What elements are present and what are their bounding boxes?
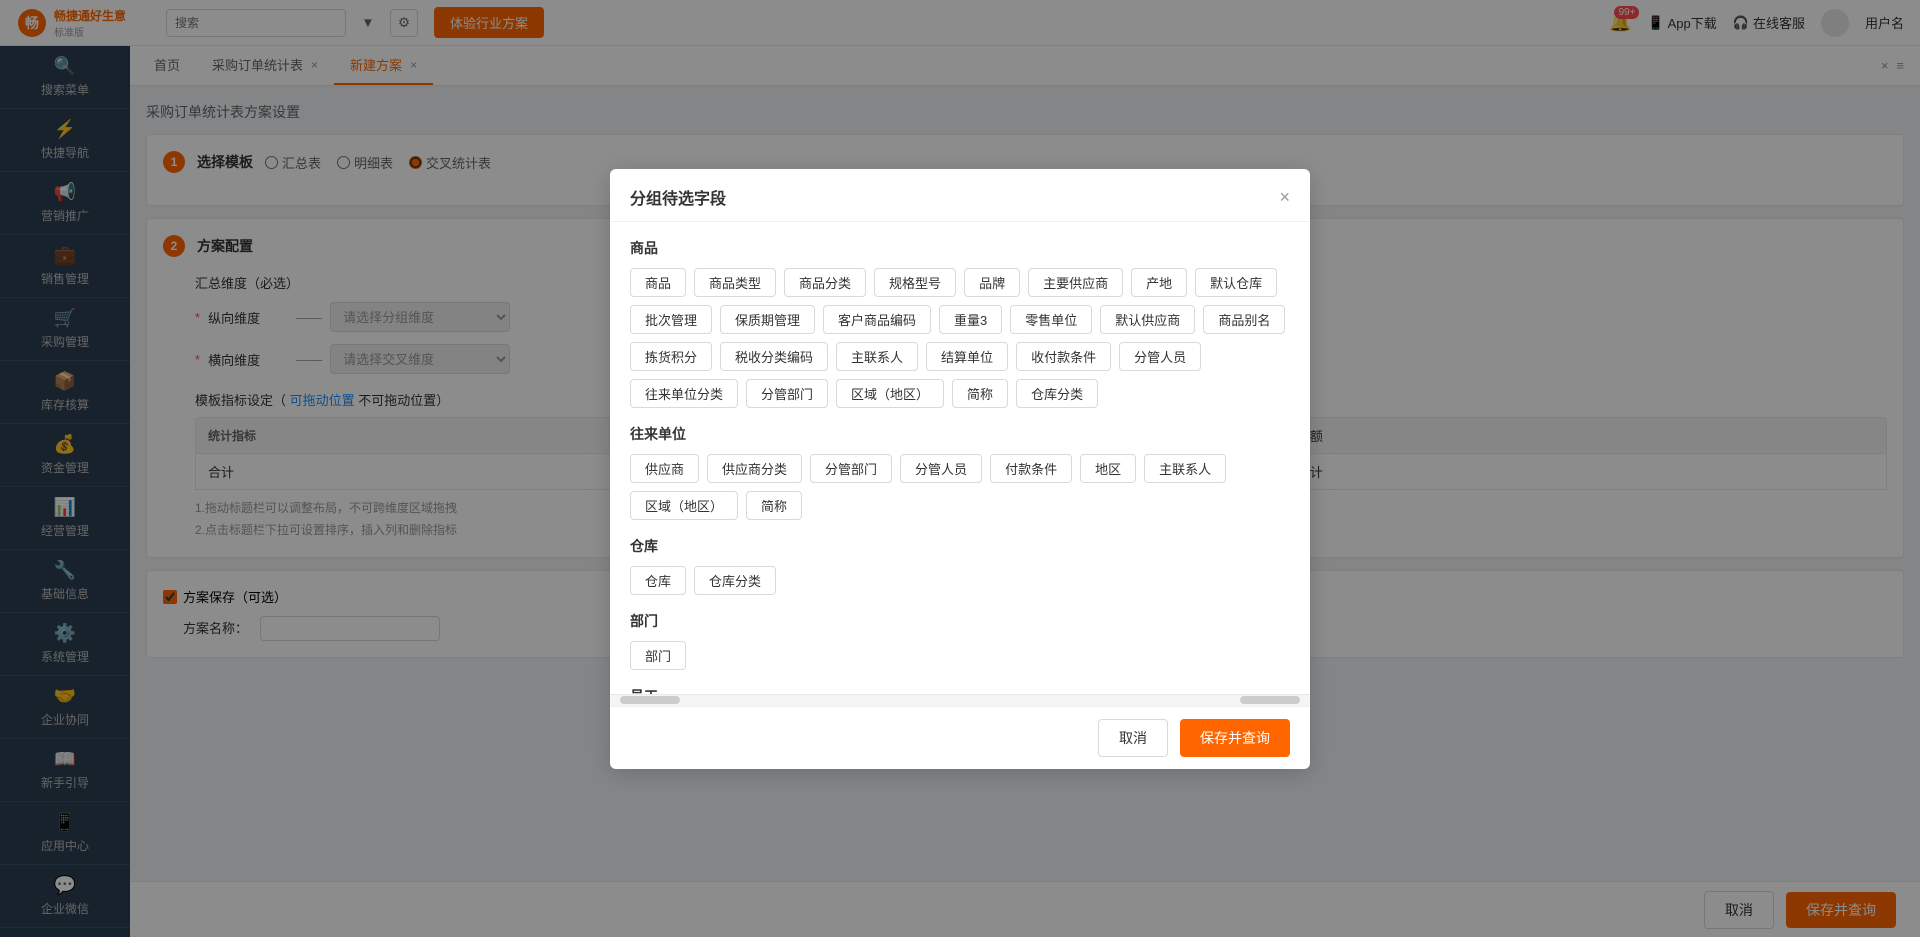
modal-body[interactable]: 商品 商品 商品类型 商品分类 规格型号 品牌 主要供应商 产地 默认仓库 批次… xyxy=(610,222,1310,694)
field-tag-goods-13[interactable]: 默认供应商 xyxy=(1100,305,1195,334)
modal-hscroll[interactable] xyxy=(610,694,1310,706)
modal-cancel-btn[interactable]: 取消 xyxy=(1098,719,1168,757)
field-tag-goods-24[interactable]: 简称 xyxy=(952,379,1008,408)
hscroll-thumb xyxy=(620,696,680,704)
field-tag-goods-2[interactable]: 商品分类 xyxy=(784,268,866,297)
field-tag-partner-6[interactable]: 主联系人 xyxy=(1144,454,1226,483)
field-tag-goods-21[interactable]: 往来单位分类 xyxy=(630,379,738,408)
field-section-warehouse: 仓库 仓库 仓库分类 xyxy=(630,536,1290,595)
field-tag-partner-2[interactable]: 分管部门 xyxy=(810,454,892,483)
modal-header: 分组待选字段 × xyxy=(610,169,1310,222)
field-section-staff-title: 员工 xyxy=(630,686,1290,694)
field-section-dept: 部门 部门 xyxy=(630,611,1290,670)
field-tag-goods-5[interactable]: 主要供应商 xyxy=(1028,268,1123,297)
field-tag-goods-22[interactable]: 分管部门 xyxy=(746,379,828,408)
field-tag-goods-4[interactable]: 品牌 xyxy=(964,268,1020,297)
field-tags-goods: 商品 商品类型 商品分类 规格型号 品牌 主要供应商 产地 默认仓库 批次管理 … xyxy=(630,268,1290,408)
field-tag-goods-7[interactable]: 默认仓库 xyxy=(1195,268,1277,297)
field-tag-goods-17[interactable]: 主联系人 xyxy=(836,342,918,371)
field-section-staff: 员工 业务员 xyxy=(630,686,1290,694)
field-tag-partner-4[interactable]: 付款条件 xyxy=(990,454,1072,483)
field-tag-goods-12[interactable]: 零售单位 xyxy=(1010,305,1092,334)
field-section-warehouse-title: 仓库 xyxy=(630,536,1290,556)
field-section-dept-title: 部门 xyxy=(630,611,1290,631)
field-tag-goods-0[interactable]: 商品 xyxy=(630,268,686,297)
field-tag-goods-6[interactable]: 产地 xyxy=(1131,268,1187,297)
field-tag-goods-9[interactable]: 保质期管理 xyxy=(720,305,815,334)
field-tags-partner: 供应商 供应商分类 分管部门 分管人员 付款条件 地区 主联系人 区域（地区） … xyxy=(630,454,1290,520)
field-tag-dept-0[interactable]: 部门 xyxy=(630,641,686,670)
field-tag-goods-20[interactable]: 分管人员 xyxy=(1119,342,1201,371)
field-tag-partner-1[interactable]: 供应商分类 xyxy=(707,454,802,483)
field-tags-warehouse: 仓库 仓库分类 xyxy=(630,566,1290,595)
field-tag-goods-18[interactable]: 结算单位 xyxy=(926,342,1008,371)
field-tag-goods-16[interactable]: 税收分类编码 xyxy=(720,342,828,371)
field-tag-partner-7[interactable]: 区域（地区） xyxy=(630,491,738,520)
field-tag-goods-1[interactable]: 商品类型 xyxy=(694,268,776,297)
modal-confirm-btn[interactable]: 保存并查询 xyxy=(1180,719,1290,757)
field-tag-partner-8[interactable]: 简称 xyxy=(746,491,802,520)
field-section-partner-title: 往来单位 xyxy=(630,424,1290,444)
field-section-goods-title: 商品 xyxy=(630,238,1290,258)
modal-title: 分组待选字段 xyxy=(630,185,726,209)
field-tag-goods-23[interactable]: 区域（地区） xyxy=(836,379,944,408)
modal-footer: 取消 保存并查询 xyxy=(610,706,1310,769)
field-tag-goods-15[interactable]: 拣货积分 xyxy=(630,342,712,371)
modal-overlay: 分组待选字段 × 商品 商品 商品类型 商品分类 规格型号 品牌 主要供应商 产… xyxy=(0,0,1920,937)
field-tag-goods-19[interactable]: 收付款条件 xyxy=(1016,342,1111,371)
field-tag-partner-0[interactable]: 供应商 xyxy=(630,454,699,483)
hscroll-thumb-right xyxy=(1240,696,1300,704)
modal-dialog: 分组待选字段 × 商品 商品 商品类型 商品分类 规格型号 品牌 主要供应商 产… xyxy=(610,169,1310,769)
field-tag-warehouse-1[interactable]: 仓库分类 xyxy=(694,566,776,595)
field-tag-goods-8[interactable]: 批次管理 xyxy=(630,305,712,334)
field-tag-partner-3[interactable]: 分管人员 xyxy=(900,454,982,483)
field-section-goods: 商品 商品 商品类型 商品分类 规格型号 品牌 主要供应商 产地 默认仓库 批次… xyxy=(630,238,1290,408)
field-tag-goods-10[interactable]: 客户商品编码 xyxy=(823,305,931,334)
modal-close-btn[interactable]: × xyxy=(1279,188,1290,206)
field-tag-goods-11[interactable]: 重量3 xyxy=(939,305,1002,334)
field-section-partner: 往来单位 供应商 供应商分类 分管部门 分管人员 付款条件 地区 主联系人 区域… xyxy=(630,424,1290,520)
field-tag-goods-14[interactable]: 商品别名 xyxy=(1203,305,1285,334)
field-tag-goods-3[interactable]: 规格型号 xyxy=(874,268,956,297)
field-tag-warehouse-0[interactable]: 仓库 xyxy=(630,566,686,595)
field-tag-goods-25[interactable]: 仓库分类 xyxy=(1016,379,1098,408)
field-tags-dept: 部门 xyxy=(630,641,1290,670)
field-tag-partner-5[interactable]: 地区 xyxy=(1080,454,1136,483)
